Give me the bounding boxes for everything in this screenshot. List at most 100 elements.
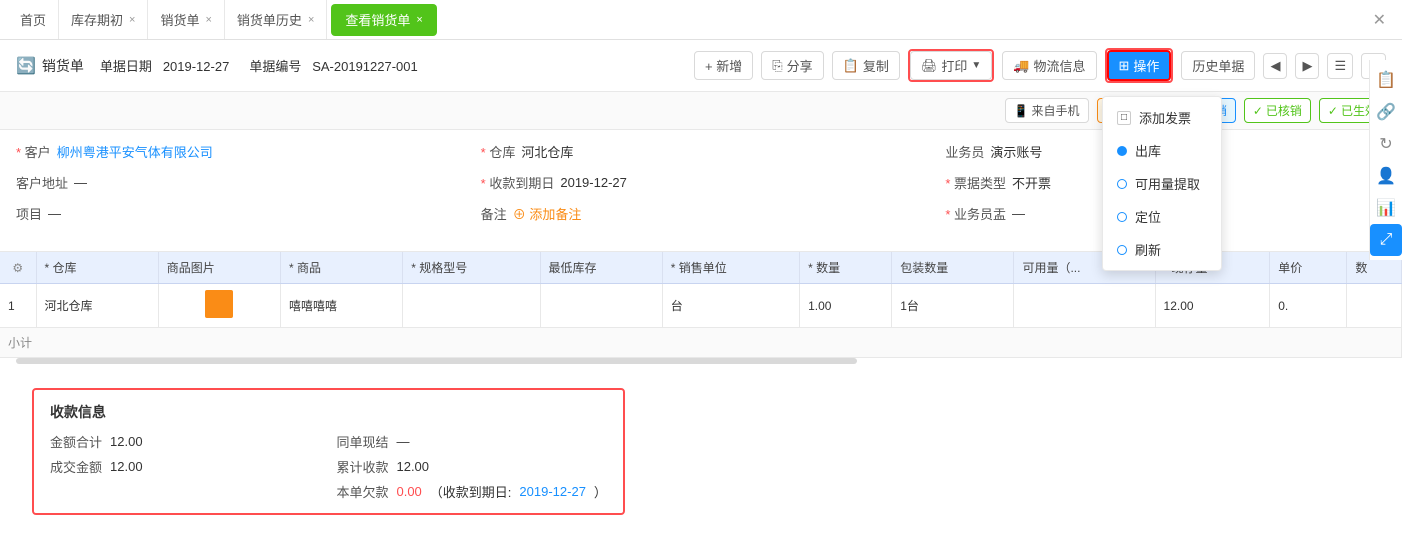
table-row: 1 河北仓库 嘻嘻嘻嘻 台 1.00 1台 12.00 0. [0,284,1402,328]
doc-title-text: 销货单 [42,56,84,76]
document-title: 🔄 销货单 [16,56,84,76]
due-note-end: ） [594,482,607,501]
tab-view-sales[interactable]: 查看销货单 × [331,4,436,36]
col-min-stock: 最低库存 [540,252,662,284]
dropdown-available-qty-label: 可用量提取 [1135,174,1200,193]
refresh-icon [1117,245,1127,255]
dropdown-outbound[interactable]: 出库 [1103,134,1221,167]
due-label: 本单欠款 [336,482,388,501]
due-row: 本单欠款 0.00 （收款到期日: 2019-12-27 ） [336,482,606,501]
dropdown-refresh[interactable]: 刷新 [1103,233,1221,266]
col-warehouse: * 仓库 [36,252,158,284]
tab-close-history[interactable]: × [308,14,314,26]
row-pkg-qty: 1台 [892,284,1014,328]
logistics-button[interactable]: 🚚 物流信息 [1002,51,1096,80]
grid-icon: ⊞ [1119,58,1130,74]
project-field: 项目 — [16,204,457,223]
payment-date-field: 收款到期日 2019-12-27 [481,173,922,192]
tab-close-view[interactable]: × [416,14,422,26]
plus-icon: ⊕ [513,207,526,222]
row-current-qty: 12.00 [1155,284,1270,328]
remark-label: 备注 [481,204,507,223]
col-unit: * 销售单位 [662,252,799,284]
remark-add-btn[interactable]: ⊕ 添加备注 [513,204,582,223]
address-value: — [74,175,87,190]
cumulative-value: 12.00 [396,459,429,474]
from-phone-button[interactable]: 📱 来自手机 [1005,98,1089,123]
customer-value[interactable]: 柳州粤港平安气体有限公司 [57,142,213,161]
row-available [1014,284,1155,328]
operate-dropdown: □ 添加发票 出库 可用量提取 定位 刷新 [1102,96,1222,271]
sidebar-icon-user[interactable]: 👤 [1370,160,1402,192]
col-spec: * 规格型号 [403,252,540,284]
prev-button[interactable]: ◀ [1263,53,1287,79]
next-button[interactable]: ▶ [1295,53,1319,79]
row-product: 嘻嘻嘻嘻 [281,284,403,328]
payment-section: 收款信息 金额合计 12.00 同单现结 — 成交金额 12.00 [0,368,1402,535]
doc-number: 单据编号 SA-20191227-001 [249,56,417,75]
col-image: 商品图片 [158,252,280,284]
sidebar-icon-expand[interactable]: ⤢ [1370,224,1402,256]
document-header: 🔄 销货单 单据日期 2019-12-27 单据编号 SA-20191227-0… [0,40,1402,92]
row-spec [403,284,540,328]
view-list-button[interactable]: ☰ [1327,53,1353,79]
transaction-value: 12.00 [110,459,143,474]
history-button[interactable]: 历史单据 [1181,51,1255,80]
tab-sales-order[interactable]: 销货单 × [148,0,224,39]
dropdown-locate[interactable]: 定位 [1103,200,1221,233]
close-window-button[interactable]: ✕ [1365,10,1394,30]
dropdown-available-qty[interactable]: 可用量提取 [1103,167,1221,200]
row-unit: 台 [662,284,799,328]
customer-label: 客户 [16,142,51,161]
tab-close-inventory[interactable]: × [129,14,135,26]
tab-close-sales[interactable]: × [205,14,211,26]
project-label: 项目 [16,204,42,223]
ticket-type-value: 不开票 [1012,173,1051,192]
due-date[interactable]: 2019-12-27 [519,484,586,499]
salesperson-value: — [1012,206,1025,221]
warehouse-field: 仓库 河北仓库 [481,142,922,161]
phone-icon: 📱 [1014,104,1029,118]
share-button[interactable]: ⎘ 分享 [761,51,823,80]
horizontal-scrollbar[interactable] [16,358,857,364]
sidebar-icon-chart[interactable]: 📊 [1370,192,1402,224]
share-icon: ⎘ [772,58,782,74]
remark-field: 备注 ⊕ 添加备注 [481,204,922,223]
staff-label: 业务员 [945,142,984,161]
dropdown-refresh-label: 刷新 [1135,240,1161,259]
copy-button[interactable]: 📋 复制 [832,51,900,80]
doc-meta: 单据日期 2019-12-27 单据编号 SA-20191227-001 [100,56,418,75]
salesperson-label: 业务员盂 [945,204,1006,223]
row-min-stock [540,284,662,328]
tab-inventory-init[interactable]: 库存期初 × [59,0,148,39]
product-image [205,290,233,318]
outbound-icon [1117,146,1127,156]
address-field: 客户地址 — [16,173,457,192]
same-order-value: — [396,434,409,449]
payment-amount-row: 金额合计 12.00 [50,432,320,451]
cumulative-label: 累计收款 [336,457,388,476]
new-button[interactable]: + 新增 [694,51,753,80]
col-qty: * 数量 [800,252,892,284]
copy-icon: 📋 [843,58,859,74]
same-order-label: 同单现结 [336,432,388,451]
doc-actions: + 新增 ⎘ 分享 📋 复制 🖨 打印 ▼ [694,48,1386,83]
sidebar-icon-doc[interactable]: 📋 [1370,64,1402,96]
print-button[interactable]: 🖨 打印 ▼ [910,51,992,80]
col-settings[interactable]: ⚙ [0,252,36,284]
operate-button[interactable]: ⊞ 操作 [1107,50,1172,81]
sidebar-icon-refresh[interactable]: ↻ [1370,128,1402,160]
print-dropdown-arrow: ▼ [971,60,981,71]
col-price: 单价 [1270,252,1347,284]
sidebar-icon-link[interactable]: 🔗 [1370,96,1402,128]
dropdown-add-invoice[interactable]: □ 添加发票 [1103,101,1221,134]
doc-date: 单据日期 2019-12-27 [100,56,229,75]
payment-title: 收款信息 [50,402,607,422]
address-label: 客户地址 [16,173,68,192]
already-sold-button[interactable]: ✓ 已核销 [1244,98,1311,123]
row-amount [1347,284,1402,328]
tab-sales-history[interactable]: 销货单历史 × [225,0,327,39]
ticket-type-label: 票据类型 [945,173,1006,192]
tab-home[interactable]: 首页 [8,0,59,39]
check2-icon: ✓ [1253,104,1263,118]
